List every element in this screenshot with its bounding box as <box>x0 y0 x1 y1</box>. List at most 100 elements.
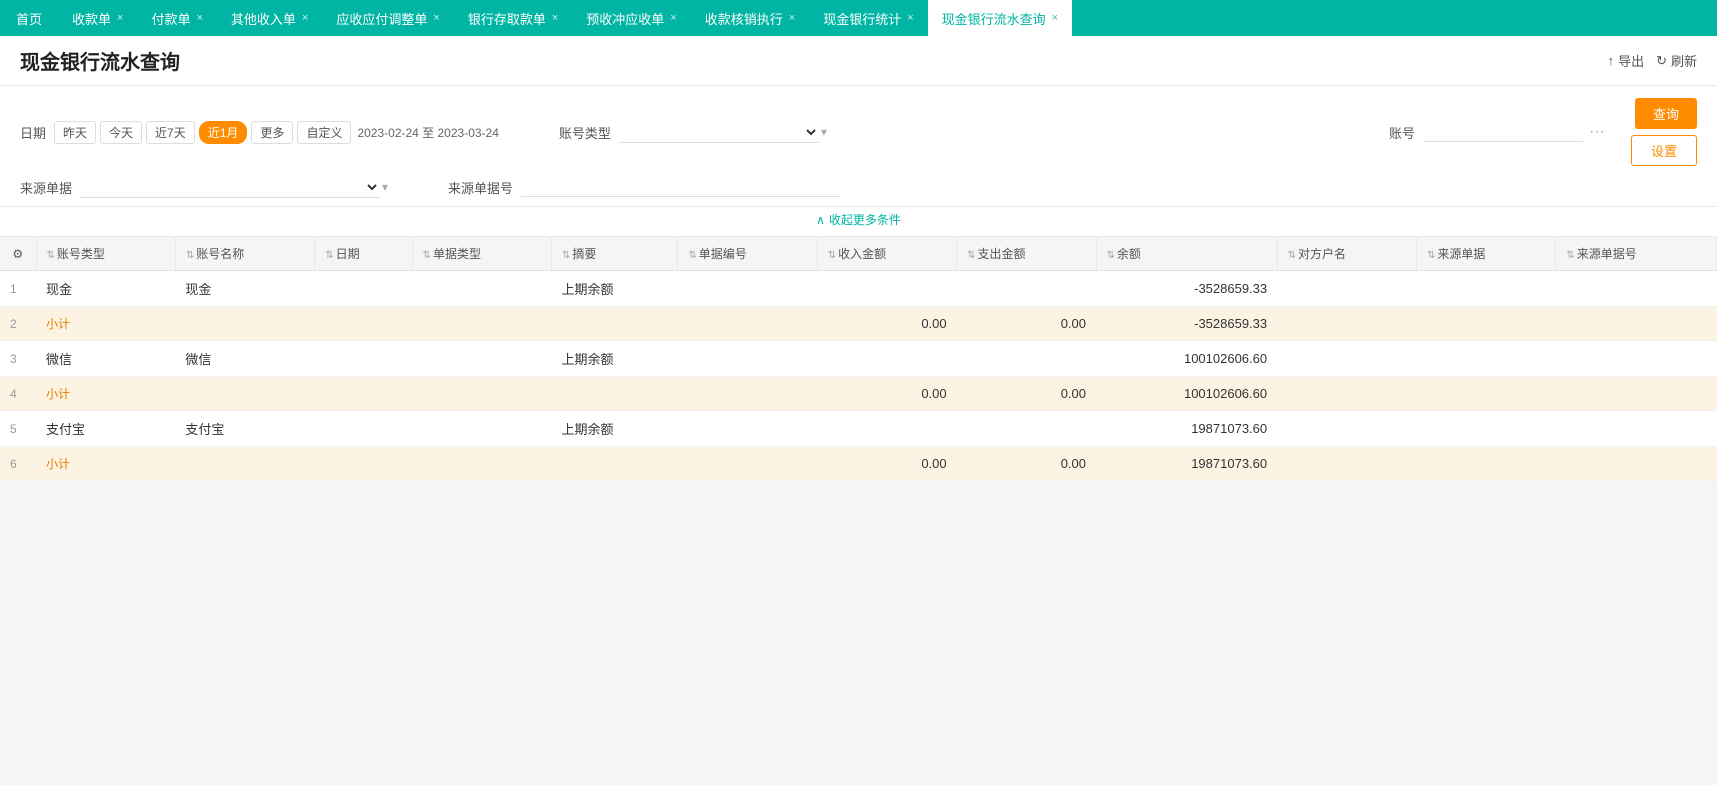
cell-account-name: 微信 <box>175 341 314 377</box>
cell-summary <box>551 447 677 481</box>
dots-icon[interactable]: ··· <box>1589 123 1605 141</box>
cell-summary <box>551 307 677 341</box>
cell-doc-no <box>678 271 817 307</box>
account-type-label: 账号类型 <box>559 123 611 142</box>
nav-tab-qitasd[interactable]: 其他收入单 × <box>217 0 322 36</box>
account-type-filter-group: 账号类型 ▾ <box>559 121 1349 143</box>
filter-row-1: 日期 昨天 今天 近7天 近1月 更多 自定义 2023-02-24 至 202… <box>20 98 1697 166</box>
nav-tab-xianjinyinhang[interactable]: 现金银行统计 × <box>809 0 927 36</box>
col-source-doc-no: ⇅来源单据号 <box>1556 237 1717 271</box>
table-row: 6 小计 0.00 0.00 19871073.60 <box>0 447 1717 481</box>
cell-account-type: 小计 <box>36 377 175 411</box>
cell-summary: 上期余额 <box>551 271 677 307</box>
source-doc-select[interactable] <box>80 176 380 198</box>
cell-doc-type <box>412 307 551 341</box>
settings-button[interactable]: 设置 <box>1631 135 1697 166</box>
cell-expense <box>957 411 1096 447</box>
cell-date <box>315 271 412 307</box>
cell-summary: 上期余额 <box>551 411 677 447</box>
cell-doc-no <box>678 341 817 377</box>
cell-num: 3 <box>0 341 36 377</box>
cell-expense <box>957 341 1096 377</box>
col-account-name: ⇅账号名称 <box>175 237 314 271</box>
cell-source-doc <box>1417 341 1556 377</box>
table-row: 3 微信 微信 上期余额 100102606.60 <box>0 341 1717 377</box>
close-icon[interactable]: × <box>907 12 913 24</box>
col-expense: ⇅支出金额 <box>957 237 1096 271</box>
collapse-bar[interactable]: ∧ 收起更多条件 <box>0 207 1717 237</box>
date-btn-custom[interactable]: 自定义 <box>297 121 351 144</box>
nav-tab-liushui[interactable]: 现金银行流水查询 × <box>928 0 1072 36</box>
cell-income <box>817 341 956 377</box>
close-icon[interactable]: × <box>433 12 439 24</box>
cell-source-doc-no <box>1556 411 1717 447</box>
nav-tab-yushou[interactable]: 预收冲应收单 × <box>572 0 690 36</box>
table-body: 1 现金 现金 上期余额 -3528659.33 2 小计 0.00 0.00 … <box>0 271 1717 481</box>
nav-tab-shoukuanhexiao[interactable]: 收款核销执行 × <box>691 0 809 36</box>
cell-account-type: 支付宝 <box>36 411 175 447</box>
cell-doc-no <box>678 377 817 411</box>
nav-tab-fukuandan[interactable]: 付款单 × <box>137 0 216 36</box>
cell-income: 0.00 <box>817 447 956 481</box>
refresh-button[interactable]: ↻ 刷新 <box>1656 51 1697 70</box>
gear-icon[interactable]: ⚙ <box>12 247 23 261</box>
cell-balance: 19871073.60 <box>1096 447 1277 481</box>
date-btn-7days[interactable]: 近7天 <box>146 121 195 144</box>
date-btn-today[interactable]: 今天 <box>100 121 142 144</box>
close-icon[interactable]: × <box>552 12 558 24</box>
cell-source-doc <box>1417 377 1556 411</box>
col-summary: ⇅摘要 <box>551 237 677 271</box>
cell-source-doc <box>1417 411 1556 447</box>
table-header-row: ⚙ ⇅账号类型 ⇅账号名称 ⇅日期 ⇅单据类型 ⇅摘要 ⇅单据编号 ⇅收入金额 … <box>0 237 1717 271</box>
cell-doc-no <box>678 307 817 341</box>
close-icon[interactable]: × <box>789 12 795 24</box>
cell-date <box>315 307 412 341</box>
account-type-chevron-icon: ▾ <box>821 125 827 139</box>
close-icon[interactable]: × <box>196 12 202 24</box>
col-balance: ⇅余额 <box>1096 237 1277 271</box>
data-table: ⚙ ⇅账号类型 ⇅账号名称 ⇅日期 ⇅单据类型 ⇅摘要 ⇅单据编号 ⇅收入金额 … <box>0 237 1717 481</box>
date-btn-more[interactable]: 更多 <box>251 121 293 144</box>
date-btn-1month[interactable]: 近1月 <box>199 121 248 144</box>
col-doc-no: ⇅单据编号 <box>678 237 817 271</box>
cell-date <box>315 411 412 447</box>
query-button[interactable]: 查询 <box>1635 98 1697 129</box>
page-title: 现金银行流水查询 <box>20 46 180 75</box>
cell-doc-no <box>678 447 817 481</box>
account-filter-group: 账号 ··· <box>1389 122 1605 142</box>
cell-balance: -3528659.33 <box>1096 271 1277 307</box>
account-type-select[interactable] <box>619 121 819 143</box>
cell-counterpart <box>1277 341 1416 377</box>
cell-source-doc-no <box>1556 307 1717 341</box>
account-input[interactable] <box>1423 122 1583 142</box>
chevron-up-icon: ∧ <box>816 213 825 227</box>
date-btn-yesterday[interactable]: 昨天 <box>54 121 96 144</box>
top-nav: 首页 收款单 × 付款单 × 其他收入单 × 应收应付调整单 × 银行存取款单 … <box>0 0 1717 36</box>
date-options: 昨天 今天 近7天 近1月 更多 自定义 <box>54 121 351 144</box>
close-icon[interactable]: × <box>670 12 676 24</box>
cell-counterpart <box>1277 271 1416 307</box>
cell-date <box>315 447 412 481</box>
table-row: 2 小计 0.00 0.00 -3528659.33 <box>0 307 1717 341</box>
cell-source-doc <box>1417 307 1556 341</box>
cell-balance: 19871073.60 <box>1096 411 1277 447</box>
nav-tab-yingshouyingfu[interactable]: 应收应付调整单 × <box>322 0 453 36</box>
close-icon[interactable]: × <box>1052 12 1058 24</box>
close-icon[interactable]: × <box>117 12 123 24</box>
cell-account-name: 支付宝 <box>175 411 314 447</box>
cell-balance: 100102606.60 <box>1096 341 1277 377</box>
export-button[interactable]: ↑ 导出 <box>1608 51 1645 70</box>
cell-date <box>315 377 412 411</box>
cell-account-name <box>175 377 314 411</box>
source-doc-chevron-icon: ▾ <box>382 180 388 194</box>
source-doc-num-input[interactable] <box>521 177 841 197</box>
nav-home[interactable]: 首页 <box>0 0 58 36</box>
cell-income <box>817 411 956 447</box>
cell-num: 2 <box>0 307 36 341</box>
cell-doc-type <box>412 271 551 307</box>
close-icon[interactable]: × <box>302 12 308 24</box>
nav-tab-yinhangcun[interactable]: 银行存取款单 × <box>454 0 572 36</box>
cell-source-doc <box>1417 271 1556 307</box>
nav-tab-shoukuandan[interactable]: 收款单 × <box>58 0 137 36</box>
cell-account-type: 现金 <box>36 271 175 307</box>
